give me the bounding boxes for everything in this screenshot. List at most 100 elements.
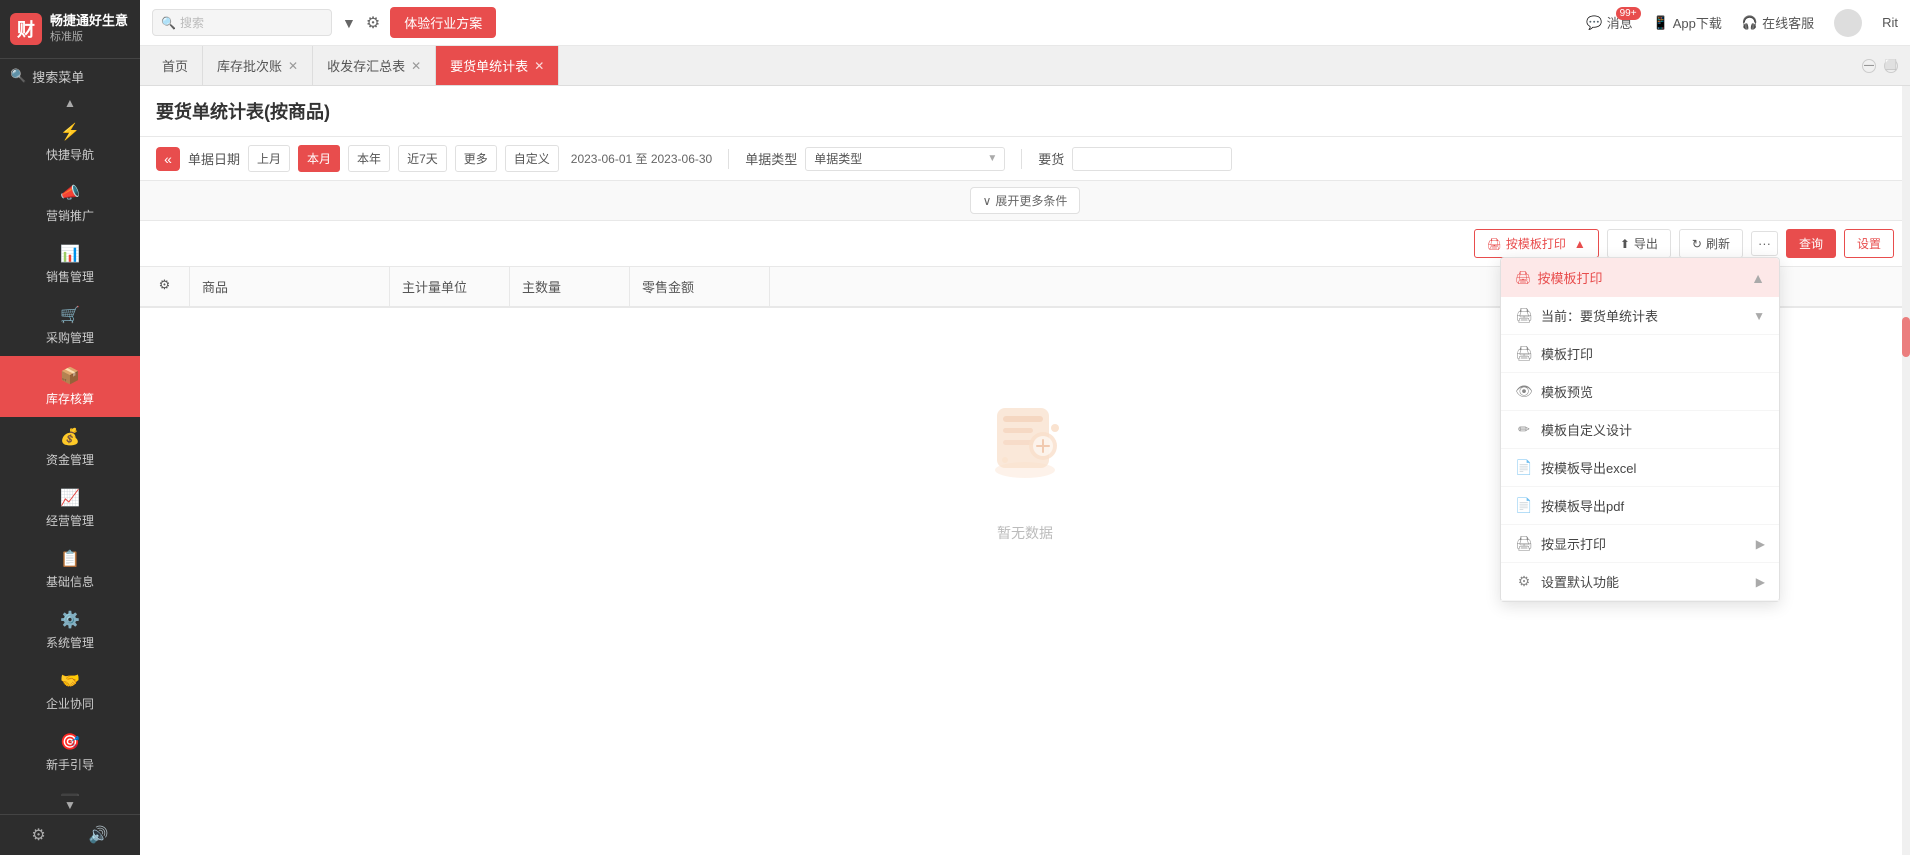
tab-inventory-batch[interactable]: 库存批次账 ✕ (203, 46, 313, 85)
search-bar-icon: 🔍 (161, 16, 176, 30)
display-print-icon: 🖨 (1515, 535, 1533, 552)
refresh-btn[interactable]: ↻ 刷新 (1679, 229, 1743, 258)
yh-input[interactable] (1072, 147, 1232, 171)
date-btn-7days[interactable]: 近7天 (398, 145, 447, 172)
th-settings[interactable]: ⚙ (140, 267, 190, 306)
settings-btn-label: 设置 (1857, 235, 1881, 252)
tab-order-summary-label: 要货单统计表 (450, 56, 528, 75)
sales-icon: 📊 (60, 244, 80, 264)
sidebar-item-purchase[interactable]: 🛒 采购管理 (0, 295, 140, 356)
date-btn-this-year[interactable]: 本年 (348, 145, 390, 172)
print-btn-label: 按模板打印 (1506, 235, 1566, 252)
quick-nav-icon: ⚡ (60, 122, 80, 142)
dropdown-item-export-excel[interactable]: 📄 按模板导出excel (1501, 449, 1779, 487)
date-btn-last-month[interactable]: 上月 (248, 145, 290, 172)
restore-btn[interactable]: ⬜ (1884, 59, 1898, 73)
th-product: 商品 (190, 267, 390, 306)
user-name[interactable]: Rit (1882, 15, 1898, 30)
sidebar-item-label: 快捷导航 (46, 146, 94, 163)
minimize-btn[interactable]: — (1862, 59, 1876, 73)
print-btn[interactable]: 🖨 按模板打印 ▲ (1474, 229, 1599, 258)
page-title: 要货单统计表(按商品) (156, 98, 1894, 124)
finance-icon: 💰 (60, 427, 80, 447)
sidebar-item-basic[interactable]: 📋 基础信息 (0, 539, 140, 600)
template-design-icon: ✏ (1515, 421, 1533, 438)
phone-icon: 📱 (1653, 15, 1669, 31)
header-search-bar[interactable]: 🔍 搜索 (152, 9, 332, 36)
sidebar-item-inventory[interactable]: 📦 库存核算 (0, 356, 140, 417)
sidebar-item-quick-nav[interactable]: ⚡ 快捷导航 (0, 112, 140, 173)
close-receipt-summary-tab[interactable]: ✕ (411, 59, 421, 73)
filter-bar: « 单据日期 上月 本月 本年 近7天 更多 自定义 2023-06-01 至 … (140, 137, 1910, 181)
sidebar-item-label: 资金管理 (46, 451, 94, 468)
tab-receipt-summary[interactable]: 收发存汇总表 ✕ (313, 46, 436, 85)
export-btn[interactable]: ⬆ 导出 (1607, 229, 1671, 258)
dropdown-item-set-default[interactable]: ⚙ 设置默认功能 ▶ (1501, 563, 1779, 601)
sidebar-item-label: 基础信息 (46, 573, 94, 590)
messages-badge: 99+ (1616, 7, 1641, 20)
inventory-icon: 📦 (60, 366, 80, 386)
sidebar-search-btn[interactable]: 🔍 搜索菜单 (0, 59, 140, 94)
sidebar-item-label: 经营管理 (46, 512, 94, 529)
tab-order-summary[interactable]: 要货单统计表 ✕ (436, 46, 559, 85)
tab-home[interactable]: 首页 (152, 46, 203, 85)
dropdown-item-display-print[interactable]: 🖨 按显示打印 ▶ (1501, 525, 1779, 563)
scrollbar-thumb[interactable] (1902, 317, 1910, 357)
dropdown-item-template-design[interactable]: ✏ 模板自定义设计 (1501, 411, 1779, 449)
brand-version: 标准版 (50, 30, 128, 45)
close-inventory-batch-tab[interactable]: ✕ (288, 59, 298, 73)
sidebar-item-system[interactable]: ⚙️ 系统管理 (0, 600, 140, 661)
messages-btn[interactable]: 💬 消息 99+ (1586, 13, 1632, 32)
dropdown-print-icon: 🖨 (1515, 270, 1532, 286)
sidebar-item-marketing[interactable]: 📣 营销推广 (0, 173, 140, 234)
th-qty: 主数量 (510, 267, 630, 306)
settings-btn[interactable]: 设置 (1844, 229, 1894, 258)
scroll-up-arrow[interactable]: ▲ (0, 94, 140, 112)
date-btn-this-month[interactable]: 本月 (298, 145, 340, 172)
header-gear-icon[interactable]: ⚙ (366, 13, 380, 33)
print-dropdown-panel: 🖨 按模板打印 ▲ 🖨 当前：要货单统计表 ▼ 🖨 模板打印 (1500, 257, 1780, 602)
dropdown-close-btn[interactable]: ▲ (1751, 270, 1765, 286)
date-btn-more[interactable]: 更多 (455, 145, 497, 172)
online-service-btn[interactable]: 🎧 在线客服 (1742, 13, 1814, 32)
template-print-icon: 🖨 (1515, 345, 1533, 362)
template-design-label: 模板自定义设计 (1541, 420, 1632, 439)
sidebar-item-operation[interactable]: 📈 经营管理 (0, 478, 140, 539)
sidebar-item-finance[interactable]: 💰 资金管理 (0, 417, 140, 478)
dropdown-current-template[interactable]: 🖨 当前：要货单统计表 ▼ (1501, 297, 1779, 335)
page-area: 要货单统计表(按商品) « 单据日期 上月 本月 本年 近7天 更多 自定义 2… (140, 86, 1910, 855)
sidebar-item-sales[interactable]: 📊 销售管理 (0, 234, 140, 295)
tab-home-label: 首页 (162, 56, 188, 75)
dropdown-item-template-preview[interactable]: 👁 模板预览 (1501, 373, 1779, 411)
app-download-label: App下载 (1673, 13, 1722, 32)
action-bar: 🖨 按模板打印 ▲ ⬆ 导出 ↻ 刷新 ··· 查询 设置 (140, 221, 1910, 267)
order-type-select[interactable]: 单据类型 (805, 147, 1005, 171)
sidebar-item-guide[interactable]: 🎯 新手引导 (0, 722, 140, 783)
app-download-btn[interactable]: 📱 App下载 (1653, 13, 1722, 32)
export-excel-icon: 📄 (1515, 459, 1533, 476)
query-btn[interactable]: 查询 (1786, 229, 1836, 258)
more-actions-btn[interactable]: ··· (1751, 231, 1778, 256)
dropdown-item-template-print[interactable]: 🖨 模板打印 (1501, 335, 1779, 373)
dropdown-item-export-pdf[interactable]: 📄 按模板导出pdf (1501, 487, 1779, 525)
set-default-icon: ⚙ (1515, 573, 1533, 590)
sound-bottom-icon[interactable]: 🔊 (89, 825, 109, 845)
sidebar: 财 畅捷通好生意 标准版 🔍 搜索菜单 ▲ ⚡ 快捷导航 📣 营销推广 📊 销售… (0, 0, 140, 855)
sidebar-item-apps[interactable]: 🔲 应用中心 (0, 783, 140, 796)
sidebar-item-collab[interactable]: 🤝 企业协同 (0, 661, 140, 722)
expand-more-btn[interactable]: ∨ 展开更多条件 (970, 187, 1081, 214)
date-filter-label: 单据日期 (188, 149, 240, 168)
trial-btn[interactable]: 体验行业方案 (390, 7, 496, 38)
filter-expand-btn[interactable]: « (156, 147, 180, 171)
system-icon: ⚙️ (60, 610, 80, 630)
settings-bottom-icon[interactable]: ⚙ (31, 825, 45, 845)
date-range-display: 2023-06-01 至 2023-06-30 (571, 150, 712, 167)
user-avatar[interactable] (1834, 9, 1862, 37)
header-dropdown-btn[interactable]: ▼ (342, 15, 356, 31)
date-btn-custom[interactable]: 自定义 (505, 145, 559, 172)
right-scrollbar[interactable] (1902, 86, 1910, 855)
scroll-down-arrow[interactable]: ▼ (0, 796, 140, 814)
close-order-summary-tab[interactable]: ✕ (534, 59, 544, 73)
dropdown-header: 🖨 按模板打印 ▲ (1501, 258, 1779, 297)
current-template-label: 当前：要货单统计表 (1541, 306, 1658, 325)
